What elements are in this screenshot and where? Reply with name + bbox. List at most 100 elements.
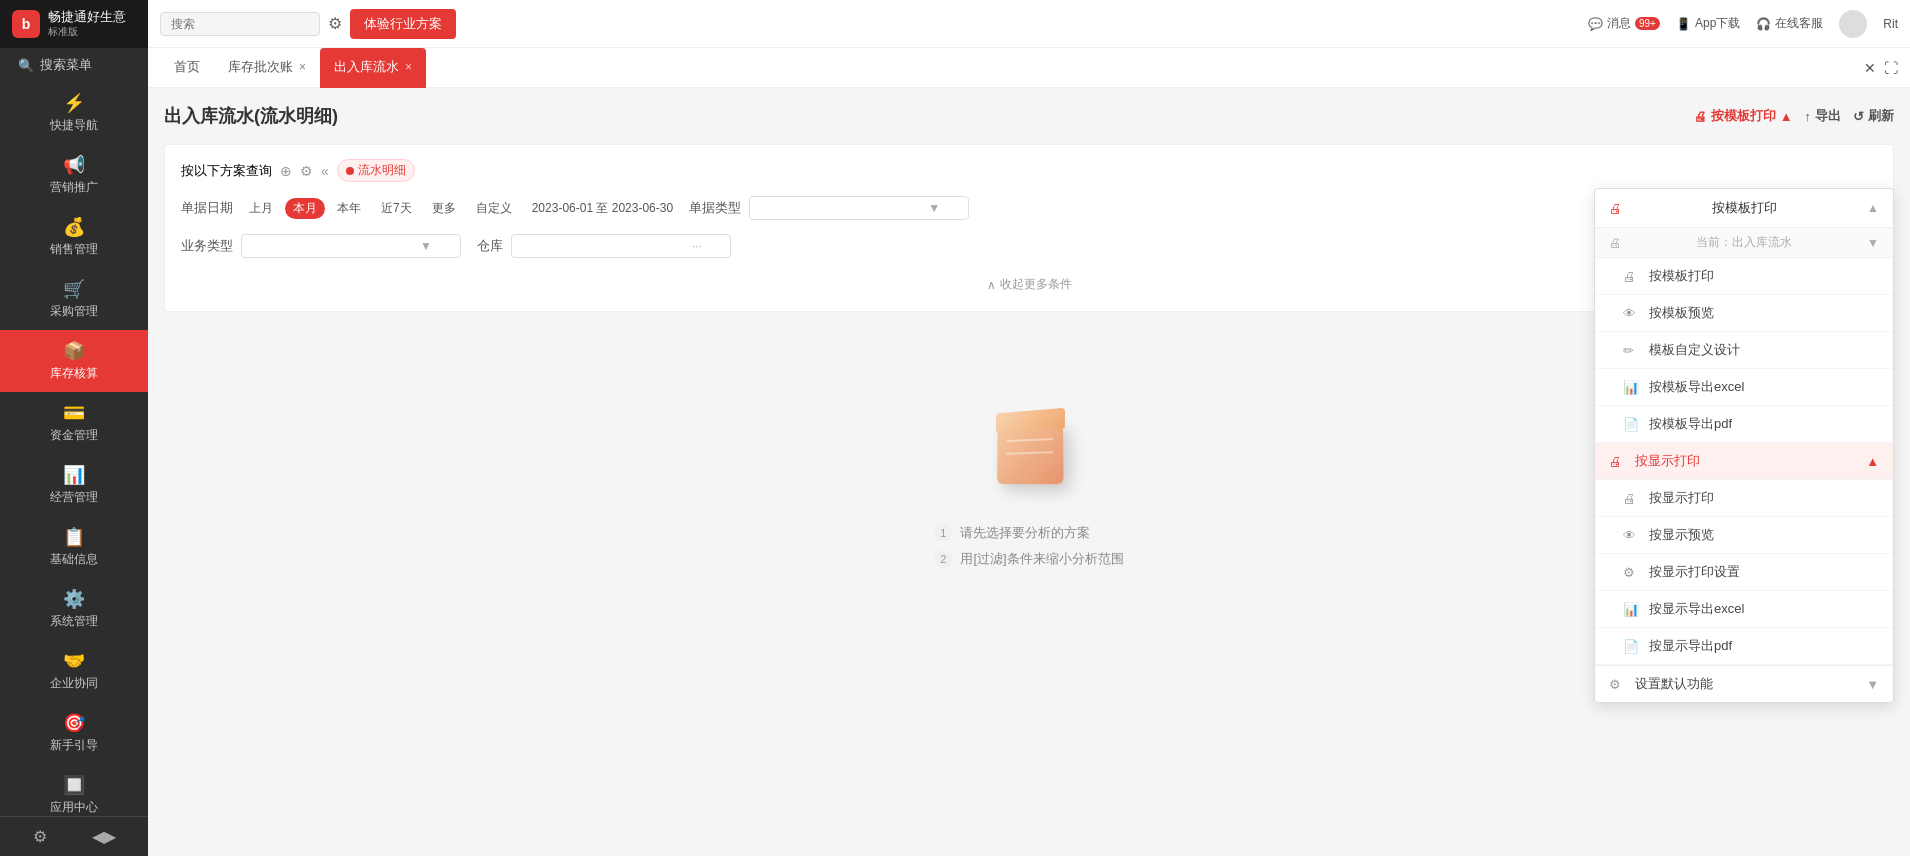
empty-box-lid — [996, 408, 1065, 432]
app-logo-icon: b — [12, 10, 40, 38]
tab-inout-flow-close[interactable]: × — [405, 60, 412, 74]
inventory-icon: 📦 — [63, 340, 85, 362]
tab-inout-flow[interactable]: 出入库流水 × — [320, 48, 426, 88]
date-tab-7days[interactable]: 近7天 — [373, 198, 420, 219]
date-tab-current-month[interactable]: 本月 — [285, 198, 325, 219]
template-pdf-item-label: 按模板导出pdf — [1649, 415, 1732, 433]
export-action[interactable]: ↑ 导出 — [1805, 107, 1842, 125]
sidebar-item-purchase[interactable]: 🛒 采购管理 — [0, 268, 148, 330]
sidebar-item-label: 基础信息 — [50, 551, 98, 568]
filter-field-warehouse: 仓库 ··· — [477, 234, 731, 258]
sidebar-item-cooperation[interactable]: 🤝 企业协同 — [0, 640, 148, 702]
dropdown-footer-settings[interactable]: ⚙ 设置默认功能 ▼ — [1595, 665, 1893, 702]
date-tab-custom[interactable]: 自定义 — [468, 198, 520, 219]
app-download-label: App下载 — [1695, 15, 1740, 32]
date-tab-more[interactable]: 更多 — [424, 198, 464, 219]
dropdown-item-display-print[interactable]: 🖨 按显示打印 — [1595, 480, 1893, 517]
sidebar-item-app-center[interactable]: 🔲 应用中心 — [0, 764, 148, 816]
dropdown-item-template-excel[interactable]: 📊 按模板导出excel — [1595, 369, 1893, 406]
user-avatar[interactable] — [1839, 10, 1867, 38]
filter-add-icon[interactable]: ⊕ — [280, 163, 292, 179]
customer-service-item[interactable]: 🎧 在线客服 — [1756, 15, 1823, 32]
basics-icon: 📋 — [63, 526, 85, 548]
tab-batch-ledger-close[interactable]: × — [299, 60, 306, 74]
filter-tag[interactable]: 流水明细 — [337, 159, 415, 182]
sidebar-item-finance[interactable]: 💳 资金管理 — [0, 392, 148, 454]
display-print-settings-item-icon: ⚙ — [1623, 565, 1639, 580]
business-type-select[interactable]: ▼ — [241, 234, 461, 258]
tabs-right-actions: ✕ ⛶ — [1864, 60, 1898, 76]
sidebar-item-label: 营销推广 — [50, 179, 98, 196]
tab-inout-flow-label: 出入库流水 — [334, 58, 399, 76]
sidebar-nav: ⚡ 快捷导航 📢 营销推广 💰 销售管理 🛒 采购管理 📦 库存核算 💳 资金管… — [0, 82, 148, 816]
sidebar-item-label: 企业协同 — [50, 675, 98, 692]
sidebar-item-guide[interactable]: 🎯 新手引导 — [0, 702, 148, 764]
tab-maximize-icon[interactable]: ⛶ — [1884, 60, 1898, 76]
dropdown-item-template-print[interactable]: 🖨 按模板打印 — [1595, 258, 1893, 295]
sidebar-item-sales[interactable]: 💰 销售管理 — [0, 206, 148, 268]
sidebar-item-operations[interactable]: 📊 经营管理 — [0, 454, 148, 516]
dropdown-item-display-excel[interactable]: 📊 按显示导出excel — [1595, 591, 1893, 628]
sidebar-item-basics[interactable]: 📋 基础信息 — [0, 516, 148, 578]
tag-dot — [346, 167, 354, 175]
sidebar-item-system[interactable]: ⚙️ 系统管理 — [0, 578, 148, 640]
chevron-up-icon: ∧ — [987, 278, 996, 292]
tab-home[interactable]: 首页 — [160, 48, 214, 88]
template-print-item-label: 按模板打印 — [1649, 267, 1714, 285]
tab-close-all-icon[interactable]: ✕ — [1864, 60, 1876, 76]
filter-header: 按以下方案查询 ⊕ ⚙ « 流水明细 — [181, 159, 1877, 182]
refresh-icon: ↺ — [1853, 109, 1864, 124]
trial-button[interactable]: 体验行业方案 — [350, 9, 456, 39]
sidebar-search[interactable]: 🔍 搜索菜单 — [0, 48, 148, 82]
topbar-gear-icon[interactable]: ⚙ — [328, 14, 342, 33]
empty-box-body — [997, 422, 1063, 484]
voucher-type-label: 单据类型 — [689, 199, 741, 217]
empty-icon-container — [979, 404, 1079, 504]
dropdown-item-display-pdf[interactable]: 📄 按显示导出pdf — [1595, 628, 1893, 665]
template-print-item-icon: 🖨 — [1623, 269, 1639, 284]
topbar: ⚙ 体验行业方案 💬 消息 99+ 📱 App下载 🎧 在线客服 Rit — [148, 0, 1910, 48]
empty-steps-container: 1 请先选择要分析的方案 2 用[过滤]条件来缩小分析范围 — [934, 524, 1123, 576]
tab-batch-ledger[interactable]: 库存批次账 × — [214, 48, 320, 88]
dropdown-item-display-preview[interactable]: 👁 按显示预览 — [1595, 517, 1893, 554]
dropdown-item-template-pdf[interactable]: 📄 按模板导出pdf — [1595, 406, 1893, 443]
filter-settings-icon[interactable]: ⚙ — [300, 163, 313, 179]
topbar-search-input[interactable] — [160, 12, 320, 36]
settings-bottom-icon[interactable]: ⚙ — [33, 827, 47, 846]
notification-icon: 💬 — [1588, 17, 1603, 31]
filter-collapse-icon[interactable]: « — [321, 163, 329, 179]
refresh-action[interactable]: ↺ 刷新 — [1853, 107, 1894, 125]
dropdown-item-template-preview[interactable]: 👁 按模板预览 — [1595, 295, 1893, 332]
empty-step-1: 1 请先选择要分析的方案 — [934, 524, 1123, 542]
sidebar-item-marketing[interactable]: 📢 营销推广 — [0, 144, 148, 206]
warehouse-select[interactable]: ··· — [511, 234, 731, 258]
date-tabs: 上月 本月 本年 近7天 更多 自定义 — [241, 198, 520, 219]
collapse-icon[interactable]: ◀▶ — [92, 827, 116, 846]
current-template-arrow: ▼ — [1867, 236, 1879, 250]
warehouse-more-icon: ··· — [692, 239, 702, 253]
sidebar-item-quick-nav[interactable]: ⚡ 快捷导航 — [0, 82, 148, 144]
dropdown-item-template-custom[interactable]: ✏ 模板自定义设计 — [1595, 332, 1893, 369]
section-expand-icon: ▲ — [1866, 454, 1879, 469]
date-tab-current-year[interactable]: 本年 — [329, 198, 369, 219]
display-print-settings-item-label: 按显示打印设置 — [1649, 563, 1740, 581]
filter-collapse-label: 收起更多条件 — [1000, 276, 1072, 293]
system-icon: ⚙️ — [63, 588, 85, 610]
sidebar-item-inventory[interactable]: 📦 库存核算 — [0, 330, 148, 392]
notifications-item[interactable]: 💬 消息 99+ — [1588, 15, 1660, 32]
sidebar-item-label: 资金管理 — [50, 427, 98, 444]
display-pdf-item-label: 按显示导出pdf — [1649, 637, 1732, 655]
dropdown-item-display-print-settings[interactable]: ⚙ 按显示打印设置 — [1595, 554, 1893, 591]
notification-label: 消息 — [1607, 15, 1631, 32]
topbar-right: 💬 消息 99+ 📱 App下载 🎧 在线客服 Rit — [1588, 10, 1898, 38]
template-custom-item-icon: ✏ — [1623, 343, 1639, 358]
dropdown-section-display-print[interactable]: 🖨 按显示打印 ▲ — [1595, 443, 1893, 480]
template-print-action[interactable]: 🖨 按模板打印 ▲ — [1694, 107, 1793, 125]
voucher-type-select[interactable]: ▼ — [749, 196, 969, 220]
date-range-display: 2023-06-01 至 2023-06-30 — [532, 200, 673, 217]
operations-icon: 📊 — [63, 464, 85, 486]
sales-icon: 💰 — [63, 216, 85, 238]
footer-arrow-icon: ▼ — [1866, 677, 1879, 692]
marketing-icon: 📢 — [63, 154, 85, 176]
app-download-item[interactable]: 📱 App下载 — [1676, 15, 1740, 32]
